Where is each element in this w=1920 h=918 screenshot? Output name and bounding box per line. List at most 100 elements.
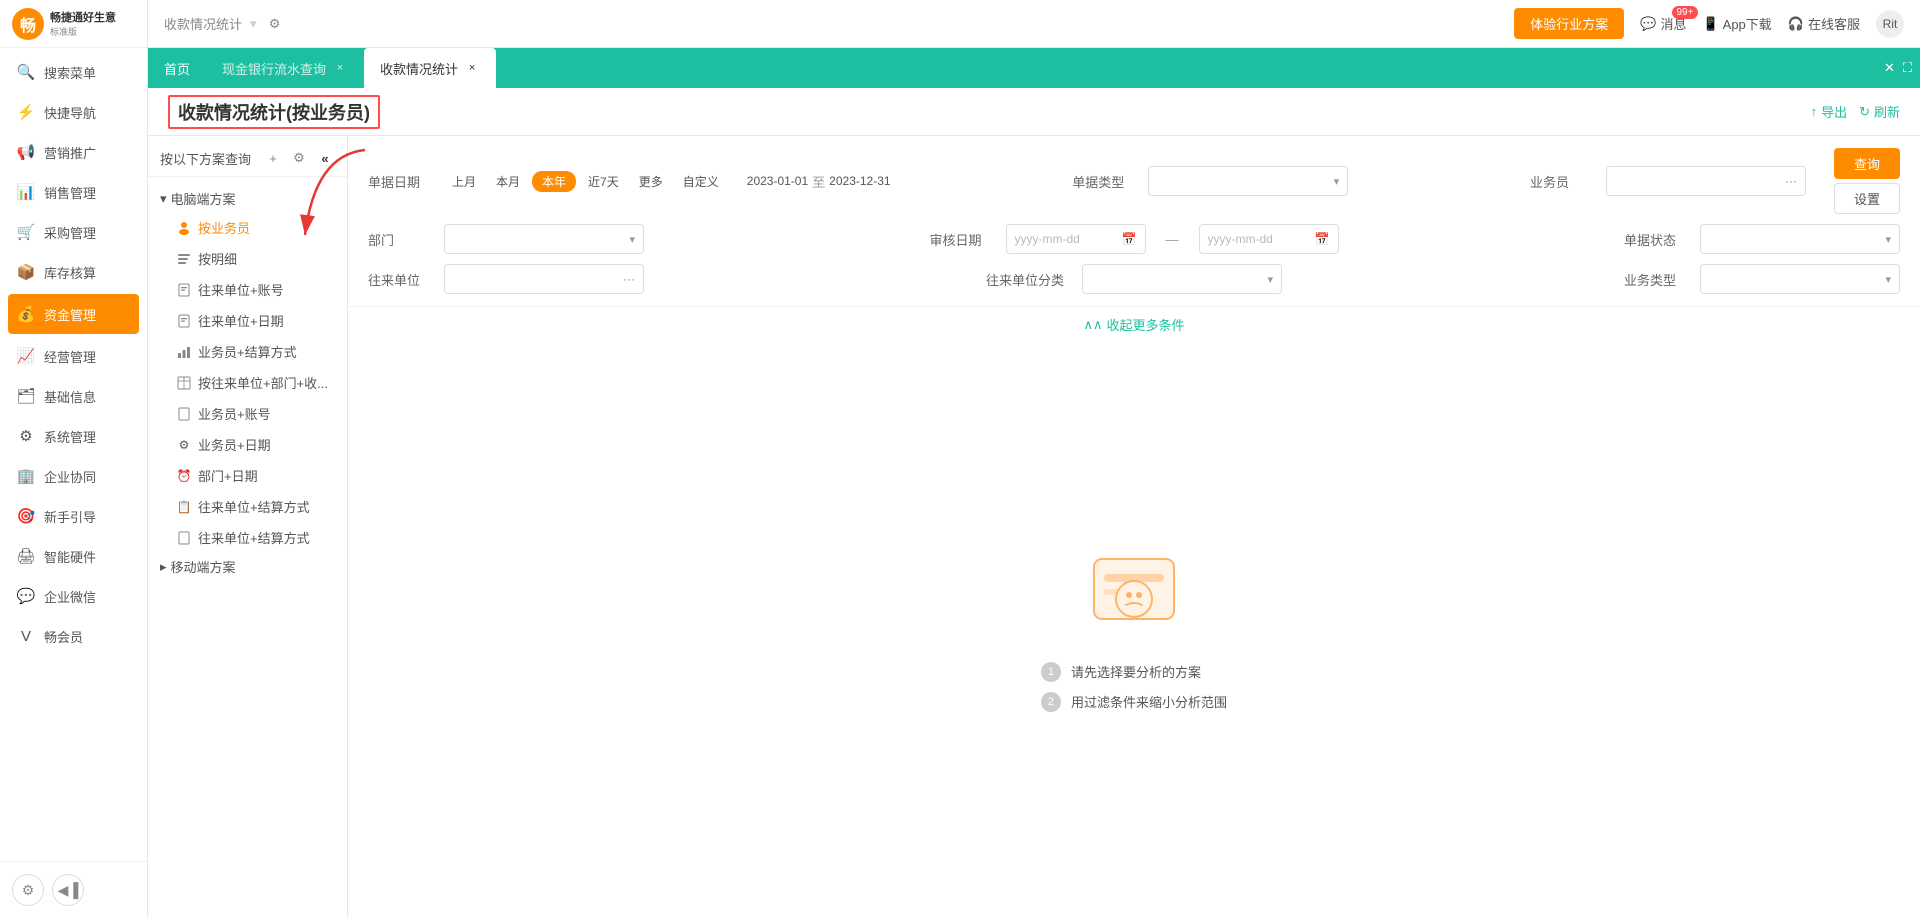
- doc2-icon: [176, 313, 192, 329]
- left-panel-title: 按以下方案查询: [160, 149, 251, 168]
- chevron-down-icon: ▾: [160, 191, 167, 207]
- mobile-scheme-header[interactable]: ▸ 移动端方案: [148, 553, 347, 580]
- doc-status-select[interactable]: ▾: [1700, 224, 1900, 254]
- header-settings-icon[interactable]: ⚙: [265, 14, 285, 34]
- scheme-item-salesman-calc[interactable]: 业务员+结算方式: [148, 336, 347, 367]
- scheme-item-salesman-date[interactable]: ⚙ 业务员+日期: [148, 429, 347, 460]
- refresh-icon: ↻: [1859, 104, 1870, 120]
- empty-step-2: 2 用过滤条件来缩小分析范围: [1041, 692, 1227, 712]
- chart-icon: 📊: [16, 182, 36, 202]
- review-date-from[interactable]: yyyy-mm-dd 📅: [1006, 224, 1146, 254]
- sidebar-item-system[interactable]: ⚙ 系统管理: [0, 416, 147, 456]
- user-avatar[interactable]: Rit: [1876, 10, 1904, 38]
- online-service-btn[interactable]: 🎧 在线客服: [1788, 14, 1860, 33]
- collapse-panel-btn[interactable]: «: [315, 148, 335, 168]
- collapse-bar[interactable]: ∧∧ 收起更多条件: [348, 306, 1920, 342]
- partner-select[interactable]: ···: [444, 264, 644, 294]
- settings-bottom-btn[interactable]: ⚙: [12, 874, 44, 906]
- sidebar-item-inventory[interactable]: 📦 库存核算: [0, 252, 147, 292]
- sidebar-item-finance[interactable]: 💰 资金管理: [8, 294, 139, 334]
- tab-close-bank[interactable]: ×: [332, 60, 348, 76]
- query-button[interactable]: 查询: [1834, 148, 1900, 179]
- partner-class-select[interactable]: ▾: [1082, 264, 1282, 294]
- tab-bank[interactable]: 现金银行流水查询 ×: [206, 48, 364, 88]
- scheme-item-unit-account[interactable]: 往来单位+账号: [148, 274, 347, 305]
- calendar-icon: 📅: [1122, 232, 1137, 246]
- date-tabs: 上月 本月 本年 近7天 更多 自定义: [444, 171, 727, 192]
- page-title-bar: 收款情况统计(按业务员) ↑ 导出 ↻ 刷新: [148, 88, 1920, 136]
- sidebar-item-sales[interactable]: 📊 销售管理: [0, 172, 147, 212]
- partner-more-btn[interactable]: ···: [623, 272, 635, 286]
- tab-close-receipt[interactable]: ×: [464, 60, 480, 76]
- clock-icon: ⏰: [176, 468, 192, 484]
- header-right: 体验行业方案 💬 消息 99+ 📱 App下载 🎧 在线客服 Rit: [1514, 8, 1904, 39]
- doc-type-select[interactable]: ▾: [1148, 166, 1348, 196]
- trial-button[interactable]: 体验行业方案: [1514, 8, 1624, 39]
- chevron-right-icon: ▸: [160, 559, 167, 575]
- add-scheme-btn[interactable]: +: [263, 148, 283, 168]
- doc-status-label: 单据状态: [1624, 230, 1684, 249]
- refresh-btn[interactable]: ↻ 刷新: [1859, 102, 1900, 121]
- date-tab-more[interactable]: 更多: [631, 171, 671, 192]
- logo-text: 畅捷通好生意 标准版: [50, 9, 116, 38]
- date-tab-last-month[interactable]: 上月: [444, 171, 484, 192]
- gear-icon: ⚙: [16, 426, 36, 446]
- partner-class-arrow: ▾: [1267, 273, 1273, 286]
- salesman-more-btn[interactable]: ···: [1785, 174, 1797, 188]
- sidebar-item-enterprise[interactable]: 🏢 企业协同: [0, 456, 147, 496]
- scheme-item-dept-date[interactable]: ⏰ 部门+日期: [148, 460, 347, 491]
- phone-icon: 📱: [1702, 16, 1718, 32]
- tab-receipt[interactable]: 收款情况统计 ×: [364, 48, 496, 88]
- sidebar-item-purchase[interactable]: 🛒 采购管理: [0, 212, 147, 252]
- scheme-item-by-salesman[interactable]: 按业务员: [148, 212, 347, 243]
- scheme-item-salesman-account[interactable]: 业务员+账号: [148, 398, 347, 429]
- salesman-select[interactable]: ···: [1606, 166, 1806, 196]
- mobile-scheme-group: ▸ 移动端方案: [148, 553, 347, 580]
- vip-icon: V: [16, 626, 36, 646]
- scheme-item-unit-calc[interactable]: 📋 往来单位+结算方式: [148, 491, 347, 522]
- collapse-sidebar-btn[interactable]: ◀▐: [52, 874, 84, 906]
- scheme-item-unit-date[interactable]: 往来单位+日期: [148, 305, 347, 336]
- export-btn[interactable]: ↑ 导出: [1811, 102, 1848, 121]
- logo-icon: 畅: [12, 8, 44, 40]
- date-range-display: 2023-01-01 至 2023-12-31: [747, 172, 891, 191]
- date-filter-label: 单据日期: [368, 172, 428, 191]
- scheme-item-unit-calc2[interactable]: 往来单位+结算方式: [148, 522, 347, 553]
- date-tab-7days[interactable]: 近7天: [580, 171, 627, 192]
- biz-type-select[interactable]: ▾: [1700, 264, 1900, 294]
- date-tab-this-year[interactable]: 本年: [532, 171, 576, 192]
- filter-row-2: 部门 ▾ 审核日期 yyyy-mm-dd 📅 — y: [368, 224, 1900, 254]
- date-from: 2023-01-01: [747, 174, 808, 188]
- tab-close-all[interactable]: ✕: [1884, 60, 1895, 76]
- dept-select[interactable]: ▾: [444, 224, 644, 254]
- settings-button[interactable]: 设置: [1834, 183, 1900, 214]
- sidebar-item-guide[interactable]: 🎯 新手引导: [0, 496, 147, 536]
- doc-icon: [176, 282, 192, 298]
- left-panel-header: 按以下方案查询 + ⚙ «: [148, 148, 347, 177]
- sidebar-item-search[interactable]: 🔍 搜索菜单: [0, 52, 147, 92]
- scheme-settings-btn[interactable]: ⚙: [289, 148, 309, 168]
- date-tab-custom[interactable]: 自定义: [675, 171, 727, 192]
- scheme-item-by-detail[interactable]: 按明细: [148, 243, 347, 274]
- tab-home[interactable]: 首页: [148, 48, 206, 88]
- tab-maximize[interactable]: ⛶: [1903, 60, 1912, 76]
- sidebar-item-basic[interactable]: 🗂 基础信息: [0, 376, 147, 416]
- header-left: 收款情况统计 ▾ ⚙: [164, 14, 285, 34]
- date-tab-this-month[interactable]: 本月: [488, 171, 528, 192]
- scheme-item-unit-dept-receipt[interactable]: 按往来单位+部门+收...: [148, 367, 347, 398]
- megaphone-icon: 📢: [16, 142, 36, 162]
- sidebar-item-marketing[interactable]: 📢 营销推广: [0, 132, 147, 172]
- sidebar-item-member[interactable]: V 畅会员: [0, 616, 147, 656]
- doc-type-label: 单据类型: [1072, 172, 1132, 191]
- review-date-to[interactable]: yyyy-mm-dd 📅: [1199, 224, 1339, 254]
- sidebar-item-wechat[interactable]: 💬 企业微信: [0, 576, 147, 616]
- tab-bar: 首页 现金银行流水查询 × 收款情况统计 × ✕ ⛶: [148, 48, 1920, 88]
- app-download-btn[interactable]: 📱 App下载: [1702, 14, 1771, 33]
- sidebar-item-operation[interactable]: 📈 经营管理: [0, 336, 147, 376]
- main-content: 收款情况统计 ▾ ⚙ 体验行业方案 💬 消息 99+ 📱 App下载 🎧 在线客…: [148, 0, 1920, 918]
- desktop-scheme-header[interactable]: ▾ 电脑端方案: [148, 185, 347, 212]
- sidebar-item-quicknav[interactable]: ⚡ 快捷导航: [0, 92, 147, 132]
- step-2-num: 2: [1041, 692, 1061, 712]
- sidebar-item-hardware[interactable]: 🖨 智能硬件: [0, 536, 147, 576]
- message-btn[interactable]: 💬 消息 99+: [1640, 14, 1686, 33]
